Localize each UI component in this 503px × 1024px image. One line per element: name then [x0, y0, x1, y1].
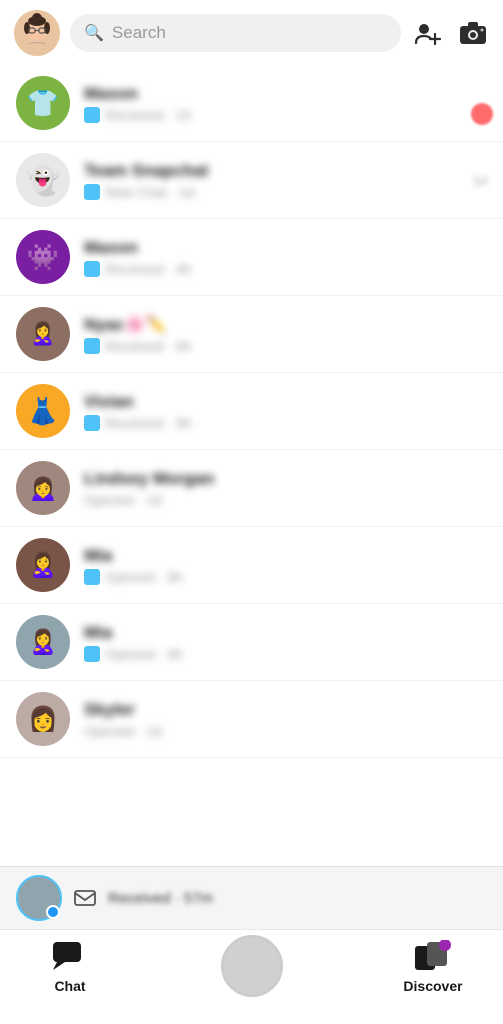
chat-nav-item[interactable]: Chat: [30, 940, 110, 994]
chat-item[interactable]: 🙎‍♀️ Mia Opened · 9h: [0, 527, 503, 604]
chat-icon: [51, 940, 89, 974]
avatar: 👾: [16, 230, 70, 284]
chat-info: Mason Received · 4h: [84, 238, 487, 277]
chat-name: Vivian: [84, 392, 487, 412]
chat-sub: Received · 1h: [105, 107, 191, 123]
status-dot: [84, 107, 100, 123]
chat-sub: Opened · 1d: [84, 492, 162, 508]
snap-preview: [471, 103, 493, 125]
notif-dot: [46, 905, 60, 919]
chat-sub: Received · 4h: [105, 261, 191, 277]
notif-text: Received · 57m: [108, 890, 487, 907]
status-dot: [84, 338, 100, 354]
chat-info: Vivian Received · 9h: [84, 392, 487, 431]
discover-nav-label: Discover: [403, 978, 462, 994]
header-icons: [411, 17, 489, 49]
chat-info: Mason Received · 1h: [84, 84, 487, 123]
chat-item[interactable]: 👕 Mason Received · 1h: [0, 65, 503, 142]
chat-sub: Opened · 1d: [84, 723, 162, 739]
status-dot: [84, 184, 100, 200]
chat-sub: New Chat · 1d: [105, 184, 194, 200]
chat-info: Skyler Opened · 1d: [84, 700, 487, 739]
avatar: 🙍‍♀️: [16, 461, 70, 515]
chat-info: Team Snapchat New Chat · 1d: [84, 161, 459, 200]
chat-sub: Received · 9h: [105, 415, 191, 431]
discover-nav-item[interactable]: Discover: [393, 940, 473, 994]
notif-avatar: [16, 875, 62, 921]
chat-status: Received · 9h: [84, 415, 487, 431]
chat-name: Mason: [84, 84, 487, 104]
chat-status: Opened · 9h: [84, 569, 487, 585]
received-icon: [74, 888, 96, 908]
chat-item[interactable]: 👾 Mason Received · 4h: [0, 219, 503, 296]
chat-info: Lindsey Morgan Opened · 1d: [84, 469, 487, 508]
status-dot: [84, 415, 100, 431]
user-avatar[interactable]: [14, 10, 60, 56]
chat-nav-label: Chat: [54, 978, 85, 994]
chat-status: Received · 4h: [84, 261, 487, 277]
avatar: 🙎‍♀️: [16, 615, 70, 669]
add-friend-button[interactable]: [411, 17, 443, 49]
chat-name: Mia: [84, 623, 487, 643]
avatar: 👩: [16, 692, 70, 746]
chat-status: Opened · 9h: [84, 646, 487, 662]
chat-name: Skyler: [84, 700, 487, 720]
chat-info: Mia Opened · 9h: [84, 546, 487, 585]
avatar: 👻: [16, 153, 70, 207]
chat-item[interactable]: 🙎‍♀️ Mia Opened · 9h: [0, 604, 503, 681]
avatar: 👕: [16, 76, 70, 130]
status-dot: [84, 261, 100, 277]
avatar: 🙎‍♀️: [16, 538, 70, 592]
chat-name: Lindsey Morgan: [84, 469, 487, 489]
chat-item[interactable]: 👗 Vivian Received · 9h: [0, 373, 503, 450]
search-placeholder: Search: [112, 23, 166, 43]
chat-item[interactable]: 🙍‍♀️ Lindsey Morgan Opened · 1d: [0, 450, 503, 527]
discover-icon: [413, 940, 453, 974]
capture-button[interactable]: [221, 935, 283, 997]
chat-status: New Chat · 1d: [84, 184, 459, 200]
search-bar[interactable]: 🔍 Search: [70, 14, 401, 52]
camera-button[interactable]: [457, 17, 489, 49]
chat-sub: Opened · 9h: [105, 569, 183, 585]
chat-info: Nyac🌸✏️ Received · 9h: [84, 315, 487, 354]
chat-item[interactable]: 🙎‍♀️ Nyac🌸✏️ Received · 9h: [0, 296, 503, 373]
chat-list: 👕 Mason Received · 1h 👻 Team Snapchat Ne…: [0, 65, 503, 929]
chat-time: 1d: [473, 173, 487, 188]
chat-status: Received · 9h: [84, 338, 487, 354]
chat-status: Opened · 1d: [84, 723, 487, 739]
search-icon: 🔍: [84, 23, 104, 43]
status-dot: [84, 646, 100, 662]
chat-name: Team Snapchat: [84, 161, 459, 181]
chat-item[interactable]: 👩 Skyler Opened · 1d: [0, 681, 503, 758]
chat-name: Mason: [84, 238, 487, 258]
chat-sub: Received · 9h: [105, 338, 191, 354]
chat-info: Mia Opened · 9h: [84, 623, 487, 662]
chat-name: Mia: [84, 546, 487, 566]
chat-status: Received · 1h: [84, 107, 487, 123]
chat-status: Opened · 1d: [84, 492, 487, 508]
header: 🔍 Search: [0, 0, 503, 65]
chat-item[interactable]: 👻 Team Snapchat New Chat · 1d 1d: [0, 142, 503, 219]
chat-sub: Opened · 9h: [105, 646, 183, 662]
chat-name: Nyac🌸✏️: [84, 315, 487, 335]
avatar: 👗: [16, 384, 70, 438]
notification-bar[interactable]: Received · 57m: [0, 866, 503, 929]
avatar: 🙎‍♀️: [16, 307, 70, 361]
status-dot: [84, 569, 100, 585]
bottom-nav: Chat Discover: [0, 929, 503, 1024]
